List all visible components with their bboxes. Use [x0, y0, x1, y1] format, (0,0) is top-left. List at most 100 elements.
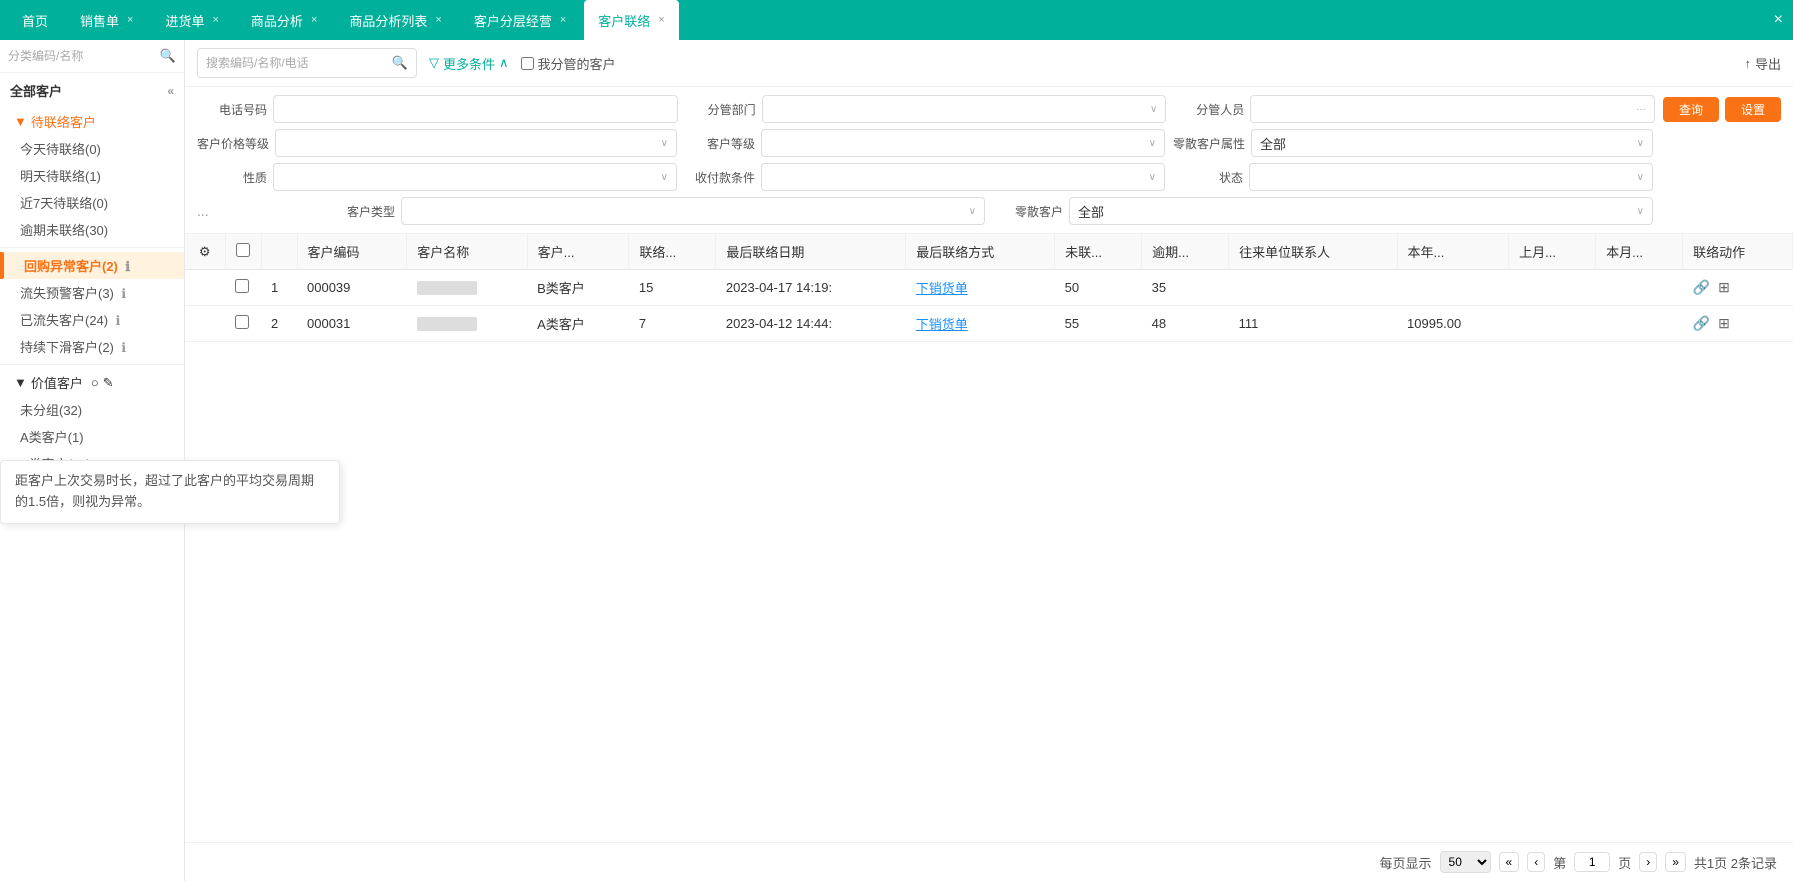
repurchase-info-icon[interactable]: ℹ: [125, 259, 130, 274]
nav-product-analysis[interactable]: 商品分析 ×: [237, 0, 331, 40]
sidebar-value-customers-group[interactable]: ▼ 价值客户 ○ ✎: [0, 369, 184, 396]
sidebar-all-customers[interactable]: 全部客户 «: [0, 73, 184, 108]
data-table-wrapper: ⚙ 客户编码 客户名称 客户... 联络... 最后联络日期 最后联络方式 未联…: [185, 234, 1793, 842]
sidebar-tomorrow-pending[interactable]: 明天待联络(1): [0, 162, 184, 189]
table-settings-icon[interactable]: ⚙: [199, 244, 211, 259]
customer-type-arrow-icon: ∨: [969, 206, 976, 217]
payment-select[interactable]: ∨: [761, 163, 1165, 191]
sidebar-today-pending[interactable]: 今天待联络(0): [0, 135, 184, 162]
row1-last-date: 2023-04-17 14:19:: [716, 270, 906, 306]
nav-product-analysis-list[interactable]: 商品分析列表 ×: [335, 0, 455, 40]
person-select[interactable]: ···: [1250, 95, 1655, 123]
customer-type-label: 客户类型: [325, 203, 395, 220]
retail-attr-select[interactable]: 全部 ∨: [1251, 129, 1653, 157]
first-page-button[interactable]: «: [1499, 852, 1520, 872]
sidebar-a-customers[interactable]: A类客户(1): [0, 423, 184, 450]
nav-purchase[interactable]: 进货单 ×: [151, 0, 232, 40]
nav-sales[interactable]: 销售单 ×: [66, 0, 147, 40]
value-arrow-icon: ▼: [14, 375, 27, 390]
col-unit-contacts-header: 往来单位联系人: [1229, 234, 1397, 270]
sidebar-overdue-pending[interactable]: 逾期未联络(30): [0, 216, 184, 243]
nav-home[interactable]: 首页: [8, 0, 62, 40]
filter-row-2: 客户价格等级 ∨ 客户等级 ∨ 零散客户属性 全部: [197, 129, 1781, 157]
export-button[interactable]: ↑ 导出: [1744, 54, 1781, 73]
sidebar-7days-pending[interactable]: 近7天待联络(0): [0, 189, 184, 216]
search-input[interactable]: [206, 56, 392, 70]
sidebar-pending-group[interactable]: ▼ 待联络客户: [0, 108, 184, 135]
customer-grade-label: 客户等级: [685, 135, 755, 152]
pending-arrow-icon: ▼: [14, 114, 27, 129]
filter-customer-type-cell: 客户类型 ∨: [325, 197, 985, 225]
lost-pre-info-icon[interactable]: ℹ: [121, 286, 126, 301]
data-table: ⚙ 客户编码 客户名称 客户... 联络... 最后联络日期 最后联络方式 未联…: [185, 234, 1793, 342]
row2-grid-icon[interactable]: ⊞: [1718, 315, 1730, 332]
more-filter-button[interactable]: ▽ 更多条件 ∧: [429, 54, 509, 73]
col-settings: ⚙: [185, 234, 225, 270]
value-edit-icon[interactable]: ○: [91, 375, 99, 390]
retail-select[interactable]: 全部 ∨: [1069, 197, 1653, 225]
col-contacts-header: 联络...: [629, 234, 716, 270]
row2-last-date: 2023-04-12 14:44:: [716, 306, 906, 342]
row1-code: 000039: [297, 270, 407, 306]
declining-info-icon[interactable]: ℹ: [121, 340, 126, 355]
phone-input[interactable]: [273, 95, 678, 123]
filter-retail-cell: 零散客户 全部 ∨: [993, 197, 1653, 225]
sidebar-ungrouped[interactable]: 未分组(32): [0, 396, 184, 423]
lost-info-icon[interactable]: ℹ: [115, 313, 120, 328]
row1-link-icon[interactable]: 🔗: [1693, 279, 1710, 296]
gender-select[interactable]: ∨: [273, 163, 677, 191]
my-customers-checkbox[interactable]: [521, 57, 534, 70]
filter-icon: ▽: [429, 55, 439, 71]
dept-label: 分管部门: [686, 101, 756, 118]
nav-customer-contact[interactable]: 客户联络 ×: [584, 0, 678, 40]
next-page-button[interactable]: ›: [1639, 852, 1657, 872]
row2-link-icon[interactable]: 🔗: [1693, 315, 1710, 332]
per-page-select[interactable]: 50 20 100 200: [1440, 851, 1491, 873]
sidebar-lost-pre[interactable]: 流失预警客户(3) ℹ: [0, 279, 184, 306]
search-icon[interactable]: 🔍: [392, 55, 408, 71]
close-customer-contact-icon[interactable]: ×: [658, 14, 664, 26]
row2-select-checkbox[interactable]: [235, 315, 249, 329]
row1-select-checkbox[interactable]: [235, 279, 249, 293]
filter-row-4: ... 客户类型 ∨ 零散客户 全部 ∨: [197, 197, 1781, 225]
row1-grid-icon[interactable]: ⊞: [1718, 279, 1730, 296]
sidebar-search-input[interactable]: [8, 49, 160, 63]
close-product-analysis-icon[interactable]: ×: [311, 14, 317, 26]
select-all-checkbox[interactable]: [236, 243, 250, 257]
dept-select[interactable]: ∨: [762, 95, 1167, 123]
close-customer-tier-icon[interactable]: ×: [560, 14, 566, 26]
window-close-icon[interactable]: ×: [1774, 11, 1783, 29]
row1-this-year: [1397, 270, 1509, 306]
close-sales-icon[interactable]: ×: [127, 14, 133, 26]
sidebar-collapse-icon[interactable]: «: [167, 84, 174, 98]
row1-this-month: [1596, 270, 1683, 306]
tooltip-box: 距客户上次交易时长，超过了此客户的平均交易周期的1.5倍，则视为异常。: [185, 460, 340, 524]
row2-action: 🔗 ⊞: [1683, 306, 1793, 342]
prev-page-button[interactable]: ‹: [1527, 852, 1545, 872]
col-last-date-header: 最后联络日期: [716, 234, 906, 270]
close-purchase-icon[interactable]: ×: [212, 14, 218, 26]
nav-customer-tier[interactable]: 客户分层经营 ×: [460, 0, 580, 40]
query-button[interactable]: 查询: [1663, 97, 1719, 122]
sidebar-lost[interactable]: 已流失客户(24) ℹ: [0, 306, 184, 333]
col-uncontacted-header: 未联...: [1055, 234, 1142, 270]
sidebar-search-icon[interactable]: 🔍: [160, 48, 176, 64]
customer-grade-select[interactable]: ∨: [761, 129, 1165, 157]
status-select[interactable]: ∨: [1249, 163, 1653, 191]
total-label: 共1页 2条记录: [1694, 853, 1777, 872]
sidebar-repurchase-abnormal[interactable]: 回购异常客户(2) ℹ: [0, 252, 184, 279]
last-page-button[interactable]: »: [1665, 852, 1686, 872]
setting-button[interactable]: 设置: [1725, 97, 1781, 122]
page-label: 第: [1553, 853, 1566, 872]
phone-label: 电话号码: [197, 101, 267, 118]
sidebar-declining[interactable]: 持续下滑客户(2) ℹ: [0, 333, 184, 360]
row2-method-link[interactable]: 下销货单: [916, 317, 968, 332]
filter-top-bar: 🔍 ▽ 更多条件 ∧ 我分管的客户 ↑ 导出: [185, 40, 1793, 87]
more-dots-icon[interactable]: ...: [197, 203, 209, 219]
price-grade-select[interactable]: ∨: [275, 129, 677, 157]
close-product-analysis-list-icon[interactable]: ×: [435, 14, 441, 26]
value-settings-icon[interactable]: ✎: [103, 375, 114, 391]
customer-type-select[interactable]: ∨: [401, 197, 985, 225]
row1-method-link[interactable]: 下销货单: [916, 281, 968, 296]
page-input[interactable]: [1574, 852, 1610, 872]
